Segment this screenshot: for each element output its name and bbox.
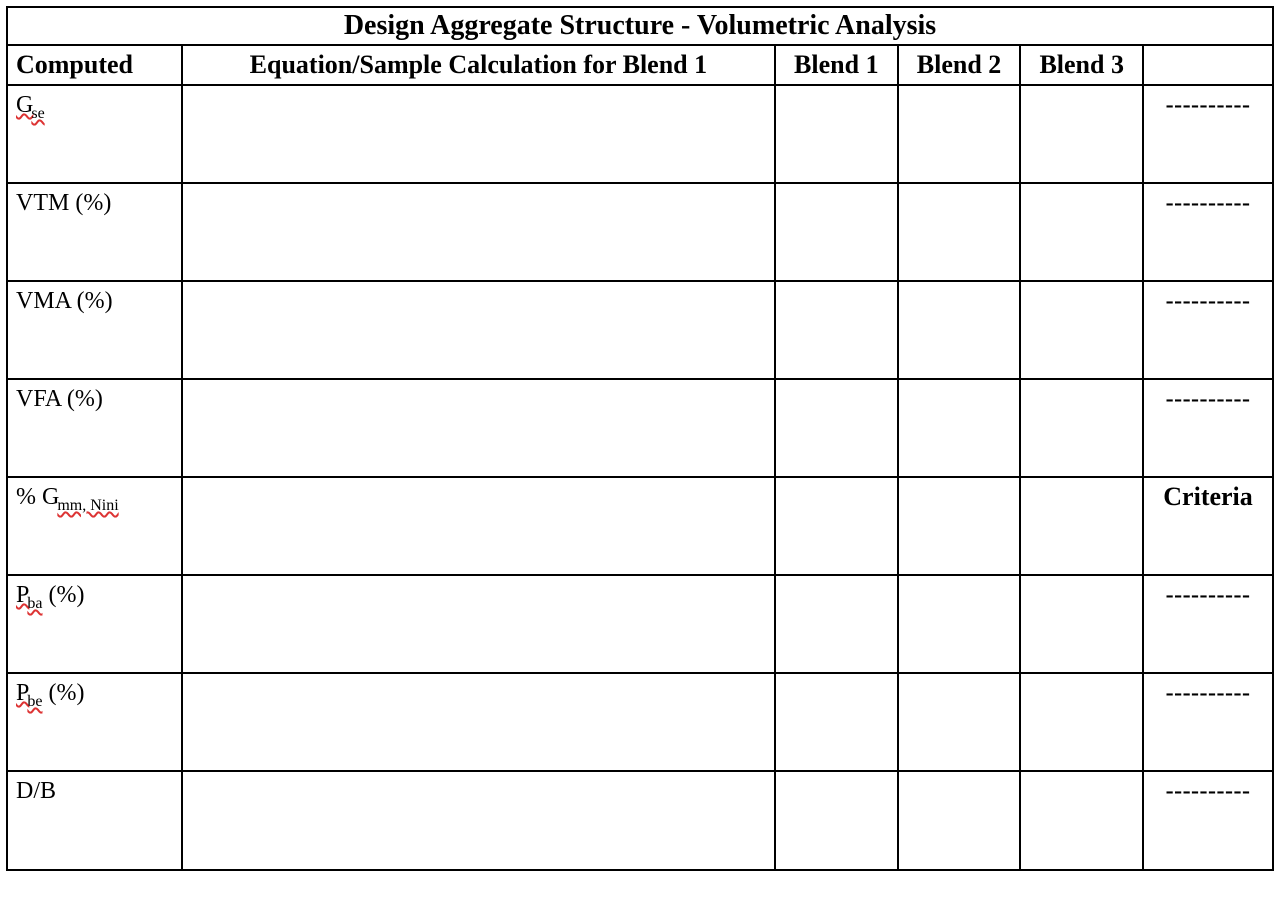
cell-b2 — [898, 379, 1021, 477]
cell-b3 — [1020, 281, 1143, 379]
cell-b2 — [898, 771, 1021, 869]
row-label-main: VTM (%) — [16, 190, 111, 216]
cell-b3 — [1020, 575, 1143, 673]
cell-b2 — [898, 85, 1021, 183]
cell-b3 — [1020, 771, 1143, 869]
table-row: % Gmm, Nini Criteria — [8, 477, 1272, 575]
row-label-main: % G — [16, 484, 59, 510]
row-label: D/B — [8, 771, 182, 869]
row-label-sub: ba — [27, 595, 42, 612]
row-label-sub: mm, Nini — [57, 497, 118, 514]
volumetric-analysis-table: Design Aggregate Structure - Volumetric … — [6, 6, 1274, 871]
row-label-sub: se — [31, 105, 44, 122]
table-row: Pba (%) ---------- — [8, 575, 1272, 673]
cell-last: ---------- — [1143, 771, 1272, 869]
cell-last: ---------- — [1143, 575, 1272, 673]
row-label-suffix: (%) — [42, 680, 84, 706]
table-row: VTM (%) ---------- — [8, 183, 1272, 281]
header-blend2: Blend 2 — [898, 46, 1021, 85]
table-row: Pbe (%) ---------- — [8, 673, 1272, 771]
table-row: D/B ---------- — [8, 771, 1272, 869]
table-row: VFA (%) ---------- — [8, 379, 1272, 477]
table-body: Gse ---------- VTM (%) ---------- VMA (%) ---… — [8, 85, 1272, 869]
table-row: Gse ---------- — [8, 85, 1272, 183]
header-row: Computed Equation/Sample Calculation for… — [8, 46, 1272, 85]
cell-eq — [182, 85, 775, 183]
cell-b1 — [775, 85, 898, 183]
row-label: VMA (%) — [8, 281, 182, 379]
row-label-main: VFA (%) — [16, 386, 103, 412]
cell-eq — [182, 379, 775, 477]
row-label: % Gmm, Nini — [8, 477, 182, 575]
cell-b1 — [775, 673, 898, 771]
cell-b2 — [898, 281, 1021, 379]
row-label: Pbe (%) — [8, 673, 182, 771]
header-blend1: Blend 1 — [775, 46, 898, 85]
cell-last: ---------- — [1143, 379, 1272, 477]
cell-b2 — [898, 673, 1021, 771]
cell-eq — [182, 771, 775, 869]
cell-last: ---------- — [1143, 85, 1272, 183]
row-label-suffix: (%) — [42, 582, 84, 608]
row-label: Pba (%) — [8, 575, 182, 673]
cell-eq — [182, 575, 775, 673]
cell-last: ---------- — [1143, 183, 1272, 281]
cell-last: Criteria — [1143, 477, 1272, 575]
table-row: VMA (%) ---------- — [8, 281, 1272, 379]
row-label: VFA (%) — [8, 379, 182, 477]
cell-b1 — [775, 575, 898, 673]
cell-eq — [182, 183, 775, 281]
cell-eq — [182, 673, 775, 771]
cell-b3 — [1020, 85, 1143, 183]
cell-b1 — [775, 183, 898, 281]
cell-b3 — [1020, 379, 1143, 477]
cell-last: ---------- — [1143, 281, 1272, 379]
header-computed: Computed — [8, 46, 182, 85]
cell-b3 — [1020, 183, 1143, 281]
row-label: VTM (%) — [8, 183, 182, 281]
cell-last: ---------- — [1143, 673, 1272, 771]
header-blend3: Blend 3 — [1020, 46, 1143, 85]
cell-b1 — [775, 281, 898, 379]
cell-b1 — [775, 379, 898, 477]
row-label-main: D/B — [16, 778, 56, 804]
cell-b1 — [775, 771, 898, 869]
cell-eq — [182, 281, 775, 379]
cell-b2 — [898, 477, 1021, 575]
cell-b3 — [1020, 477, 1143, 575]
table-head: Computed Equation/Sample Calculation for… — [8, 46, 1272, 85]
cell-b2 — [898, 575, 1021, 673]
cell-eq — [182, 477, 775, 575]
data-table: Computed Equation/Sample Calculation for… — [8, 46, 1272, 869]
header-last — [1143, 46, 1272, 85]
row-label: Gse — [8, 85, 182, 183]
header-equation: Equation/Sample Calculation for Blend 1 — [182, 46, 775, 85]
row-label-sub: be — [27, 693, 42, 710]
cell-b3 — [1020, 673, 1143, 771]
cell-b2 — [898, 183, 1021, 281]
table-title: Design Aggregate Structure - Volumetric … — [8, 8, 1272, 46]
cell-b1 — [775, 477, 898, 575]
row-label-main: VMA (%) — [16, 288, 113, 314]
